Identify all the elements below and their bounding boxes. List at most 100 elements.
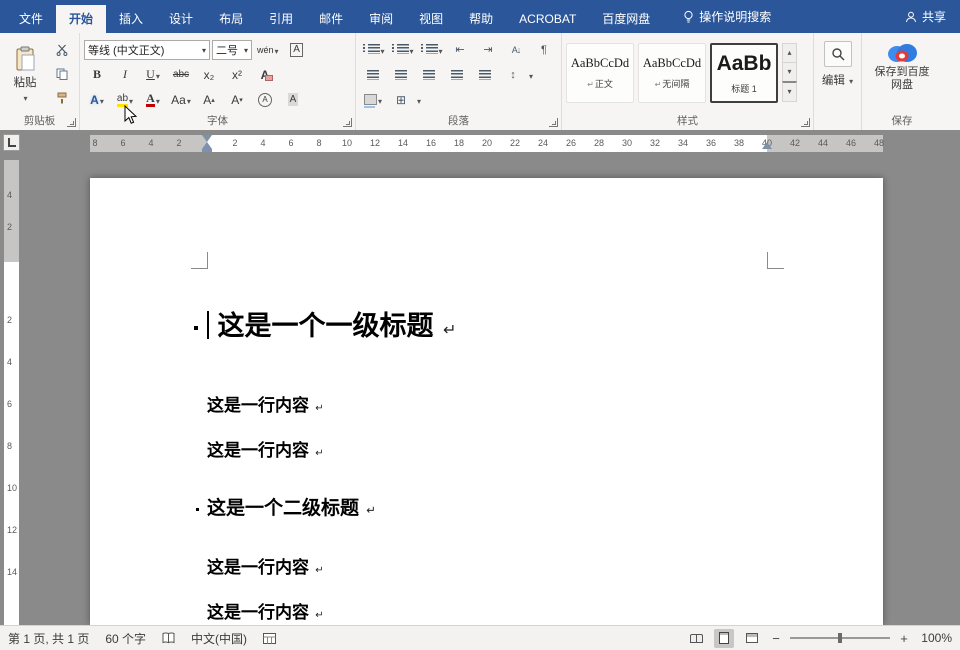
paste-button[interactable]: 粘贴 bbox=[4, 37, 46, 113]
underline-button[interactable]: U bbox=[140, 64, 166, 86]
line-spacing-button[interactable] bbox=[500, 64, 526, 86]
justify-button[interactable] bbox=[444, 64, 470, 86]
font-name-select[interactable]: 等线 (中文正文) bbox=[84, 40, 210, 60]
font-dialog-launcher[interactable] bbox=[343, 118, 352, 127]
bullets-button[interactable] bbox=[360, 39, 387, 61]
print-layout-button[interactable] bbox=[714, 629, 734, 648]
zoom-out-button[interactable]: − bbox=[770, 631, 782, 646]
sort-button[interactable] bbox=[503, 39, 529, 61]
font-size-select[interactable]: 二号 bbox=[212, 40, 252, 60]
distribute-button[interactable] bbox=[472, 64, 498, 86]
shrink-font-button[interactable]: A bbox=[224, 89, 250, 111]
superscript-button[interactable]: x² bbox=[224, 64, 250, 86]
content-line[interactable]: 这是一行内容 ↵ bbox=[207, 394, 773, 421]
align-left-button[interactable] bbox=[360, 64, 386, 86]
format-painter-button[interactable] bbox=[49, 87, 75, 109]
styles-dialog-launcher[interactable] bbox=[801, 118, 810, 127]
paragraph-text[interactable]: 这是一个二级标题 bbox=[207, 498, 359, 519]
zoom-slider[interactable] bbox=[790, 637, 890, 639]
bold-button[interactable]: B bbox=[84, 64, 110, 86]
tab-file[interactable]: 文件 bbox=[6, 5, 56, 33]
style-normal[interactable]: AaBbCcDd ↵正文 bbox=[566, 43, 634, 103]
horizontal-ruler[interactable]: 8642 24681012141618202224262830323436384… bbox=[90, 135, 883, 152]
tell-me-search[interactable]: 操作说明搜索 bbox=[683, 8, 771, 25]
find-button[interactable] bbox=[824, 41, 852, 67]
web-layout-button[interactable] bbox=[742, 629, 762, 648]
language-indicator[interactable]: 中文(中国) bbox=[191, 630, 247, 647]
paragraph-text[interactable]: 这是一行内容 bbox=[207, 441, 309, 460]
italic-button[interactable]: I bbox=[112, 64, 138, 86]
strikethrough-button[interactable]: abc bbox=[168, 64, 194, 86]
enclose-characters-glyph: A bbox=[258, 93, 272, 107]
read-mode-button[interactable] bbox=[686, 629, 706, 648]
tab-view[interactable]: 视图 bbox=[406, 5, 456, 33]
multilevel-list-icon bbox=[421, 43, 438, 57]
enclose-characters-button[interactable]: A bbox=[252, 89, 278, 111]
tab-review[interactable]: 审阅 bbox=[356, 5, 406, 33]
heading1-paragraph[interactable]: 这是一个一级标题 ↵ bbox=[207, 306, 773, 350]
heading2-paragraph[interactable]: 这是一个二级标题 ↵ bbox=[207, 496, 773, 524]
style-gallery-more-button[interactable]: ▾ bbox=[782, 81, 797, 102]
paragraph-text[interactable]: 这是一行内容 bbox=[207, 558, 309, 577]
clipboard-dialog-launcher[interactable] bbox=[67, 118, 76, 127]
character-shading-button[interactable]: A bbox=[280, 89, 306, 111]
vertical-ruler[interactable]: 42 2468101214 bbox=[4, 160, 19, 625]
align-center-button[interactable] bbox=[388, 64, 414, 86]
input-mode-button[interactable] bbox=[263, 633, 276, 644]
align-right-button[interactable] bbox=[416, 64, 442, 86]
save-to-baidu-button[interactable]: 保存到百度网盘 bbox=[866, 37, 938, 92]
content-line[interactable]: 这是一行内容 ↵ bbox=[207, 556, 773, 583]
numbering-button[interactable] bbox=[389, 39, 416, 61]
editing-menu-button[interactable]: 编辑 bbox=[822, 72, 853, 88]
hanging-indent-marker[interactable] bbox=[202, 142, 212, 149]
copy-button[interactable] bbox=[49, 63, 75, 85]
style-no-spacing[interactable]: AaBbCcDd ↵无间隔 bbox=[638, 43, 706, 103]
show-formatting-marks-button[interactable] bbox=[531, 39, 557, 61]
paragraph-text[interactable]: 这是一行内容 bbox=[207, 396, 309, 415]
style-gallery-up-button[interactable]: ▴ bbox=[782, 43, 797, 63]
tab-design[interactable]: 设计 bbox=[156, 5, 206, 33]
subscript-button[interactable]: x₂ bbox=[196, 64, 222, 86]
zoom-percentage[interactable]: 100% bbox=[918, 631, 952, 645]
document-body[interactable]: 这是一个一级标题 ↵ 这是一行内容 ↵ 这是一行内容 ↵ 这是一个二级标题 ↵ bbox=[207, 268, 773, 625]
content-line[interactable]: 这是一行内容 ↵ bbox=[207, 439, 773, 466]
tab-baidu-netdisk[interactable]: 百度网盘 bbox=[589, 5, 663, 33]
paragraph-dialog-launcher[interactable] bbox=[549, 118, 558, 127]
clear-formatting-button[interactable]: A bbox=[252, 64, 278, 86]
page-indicator[interactable]: 第 1 页, 共 1 页 bbox=[8, 630, 89, 647]
text-effects-button[interactable]: A bbox=[84, 89, 110, 111]
shading-button[interactable] bbox=[360, 89, 386, 111]
tab-help[interactable]: 帮助 bbox=[456, 5, 506, 33]
multilevel-list-button[interactable] bbox=[418, 39, 445, 61]
change-case-button[interactable]: Aa bbox=[168, 89, 194, 111]
tab-home[interactable]: 开始 bbox=[56, 5, 106, 33]
phonetic-guide-button[interactable]: wén bbox=[254, 39, 282, 61]
left-indent-marker[interactable] bbox=[202, 149, 212, 152]
grow-font-button[interactable]: A bbox=[196, 89, 222, 111]
font-color-button[interactable]: A bbox=[140, 89, 166, 111]
cut-button[interactable] bbox=[49, 39, 75, 61]
style-heading1[interactable]: AaBb 标题 1 bbox=[710, 43, 778, 103]
character-border-button[interactable]: A bbox=[284, 39, 310, 61]
tab-references[interactable]: 引用 bbox=[256, 5, 306, 33]
tab-acrobat[interactable]: ACROBAT bbox=[506, 5, 589, 33]
style-gallery-down-button[interactable]: ▾ bbox=[782, 62, 797, 82]
document-page[interactable]: 这是一个一级标题 ↵ 这是一行内容 ↵ 这是一行内容 ↵ 这是一个二级标题 ↵ bbox=[90, 178, 883, 625]
paragraph-text[interactable]: 这是一行内容 bbox=[207, 603, 309, 622]
borders-button[interactable] bbox=[388, 89, 414, 111]
increase-indent-button[interactable] bbox=[475, 39, 501, 61]
proofing-status-button[interactable] bbox=[162, 632, 175, 644]
first-line-indent-marker[interactable] bbox=[202, 135, 212, 142]
tab-insert[interactable]: 插入 bbox=[106, 5, 156, 33]
zoom-slider-thumb[interactable] bbox=[838, 633, 842, 643]
right-indent-marker[interactable] bbox=[762, 142, 772, 149]
word-count[interactable]: 60 个字 bbox=[105, 630, 146, 647]
decrease-indent-button[interactable] bbox=[447, 39, 473, 61]
tab-layout[interactable]: 布局 bbox=[206, 5, 256, 33]
share-button[interactable]: 共享 bbox=[905, 8, 946, 25]
content-line[interactable]: 这是一行内容 ↵ bbox=[207, 601, 773, 625]
paragraph-text[interactable]: 这是一个一级标题 bbox=[218, 311, 434, 341]
zoom-in-button[interactable]: + bbox=[898, 631, 910, 646]
tab-stop-selector[interactable] bbox=[3, 134, 20, 151]
tab-mailings[interactable]: 邮件 bbox=[306, 5, 356, 33]
